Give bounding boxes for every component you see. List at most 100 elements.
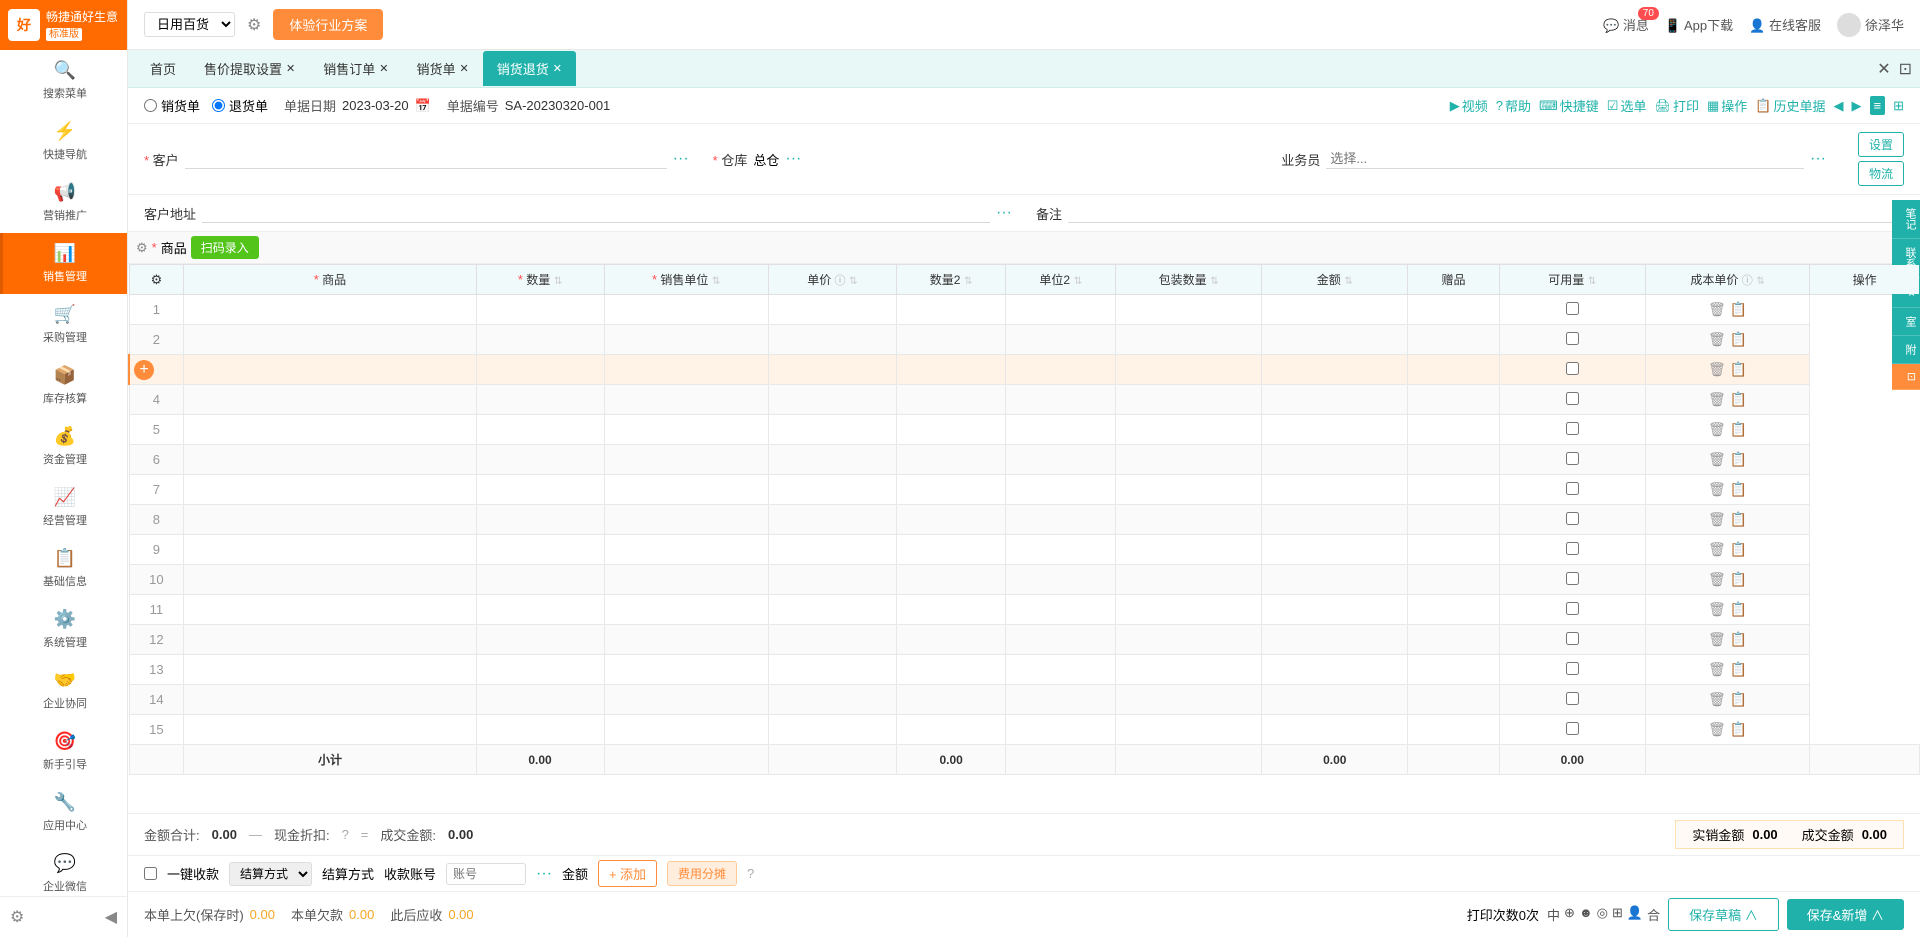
address-input[interactable]: [202, 203, 990, 223]
customer-input[interactable]: [185, 149, 667, 169]
help-link[interactable]: ? 帮助: [1496, 96, 1531, 115]
gift-checkbox-cell[interactable]: [1499, 595, 1645, 625]
sort-icon[interactable]: ⇅: [849, 276, 857, 287]
online-service-link[interactable]: 👤 在线客服: [1749, 15, 1821, 34]
video-link[interactable]: ▶ 视频: [1450, 96, 1488, 115]
tab-close-4[interactable]: ✕: [553, 62, 562, 75]
delete-row-btn[interactable]: 🗑: [1708, 511, 1726, 528]
next-record-icon[interactable]: ▶: [1852, 98, 1862, 114]
copy-row-btn[interactable]: 📋: [1730, 481, 1747, 498]
tab-4[interactable]: 销货退货✕: [483, 51, 576, 86]
action-cell[interactable]: 🗑📋: [1645, 355, 1809, 385]
gift-checkbox[interactable]: [1566, 602, 1579, 615]
delete-row-btn[interactable]: 🗑: [1708, 331, 1726, 348]
action-cell[interactable]: 🗑📋: [1645, 715, 1809, 745]
copy-row-btn[interactable]: 📋: [1730, 361, 1747, 378]
tab-close-3[interactable]: ✕: [460, 62, 469, 75]
category-select[interactable]: 日用百货: [144, 12, 235, 37]
product-cell[interactable]: [184, 715, 476, 745]
sidebar-item-5[interactable]: 📦库存核算: [0, 355, 127, 416]
one-click-checkbox[interactable]: [144, 867, 157, 880]
sort-icon[interactable]: ⇅: [1344, 276, 1352, 287]
tool-icon-6[interactable]: 👤: [1627, 905, 1643, 924]
date-value[interactable]: 2023-03-20: [342, 98, 409, 113]
action-cell[interactable]: 🗑📋: [1645, 505, 1809, 535]
gift-checkbox-cell[interactable]: [1499, 415, 1645, 445]
gift-checkbox-cell[interactable]: [1499, 475, 1645, 505]
radio-return[interactable]: 退货单: [212, 96, 268, 115]
copy-row-btn[interactable]: 📋: [1730, 691, 1747, 708]
action-cell[interactable]: 🗑📋: [1645, 415, 1809, 445]
tool-icon-2[interactable]: ⊕: [1564, 905, 1575, 924]
delete-row-btn[interactable]: 🗑: [1708, 301, 1726, 318]
collapse-icon[interactable]: ◀: [105, 907, 117, 927]
gift-checkbox-cell[interactable]: [1499, 565, 1645, 595]
sidebar-item-8[interactable]: 📋基础信息: [0, 538, 127, 599]
history-link[interactable]: 📋 历史单据: [1755, 96, 1825, 115]
view-toggle-list[interactable]: ≡: [1870, 96, 1886, 115]
gift-checkbox-cell[interactable]: [1499, 505, 1645, 535]
copy-row-btn[interactable]: 📋: [1730, 391, 1747, 408]
tab-0[interactable]: 首页: [136, 51, 190, 86]
action-cell[interactable]: 🗑📋: [1645, 325, 1809, 355]
delete-row-btn[interactable]: 🗑: [1708, 451, 1726, 468]
sort-icon[interactable]: ⇅: [554, 276, 562, 287]
add-row-btn[interactable]: +: [134, 360, 154, 380]
gift-checkbox[interactable]: [1566, 392, 1579, 405]
settings-side-btn[interactable]: 设置: [1858, 132, 1904, 157]
select-link[interactable]: ☑ 选单: [1607, 96, 1647, 115]
fee-help-icon[interactable]: ?: [747, 866, 754, 881]
copy-row-btn[interactable]: 📋: [1730, 301, 1747, 318]
copy-row-btn[interactable]: 📋: [1730, 451, 1747, 468]
delete-row-btn[interactable]: 🗑: [1708, 691, 1726, 708]
action-cell[interactable]: 🗑📋: [1645, 535, 1809, 565]
sidebar-item-4[interactable]: 🛒采购管理: [0, 294, 127, 355]
view-toggle-grid[interactable]: ⊞: [1893, 98, 1904, 114]
sidebar-item-11[interactable]: 🎯新手引导: [0, 721, 127, 782]
gift-checkbox[interactable]: [1566, 722, 1579, 735]
copy-row-btn[interactable]: 📋: [1730, 421, 1747, 438]
tab-2[interactable]: 销售订单✕: [309, 51, 402, 86]
app-download-link[interactable]: 📱 App下载: [1665, 15, 1733, 34]
product-cell[interactable]: [184, 355, 476, 385]
expand-icon[interactable]: ⊡: [1899, 59, 1912, 79]
action-cell[interactable]: 🗑📋: [1645, 295, 1809, 325]
tab-1[interactable]: 售价提取设置✕: [190, 51, 309, 86]
gift-checkbox[interactable]: [1566, 482, 1579, 495]
product-cell[interactable]: [184, 685, 476, 715]
logistics-side-btn[interactable]: 物流: [1858, 161, 1904, 186]
product-input[interactable]: [188, 362, 471, 377]
right-icon-orange[interactable]: ⊡: [1892, 364, 1920, 390]
gift-checkbox[interactable]: [1566, 332, 1579, 345]
delete-row-btn[interactable]: 🗑: [1708, 391, 1726, 408]
tool-icon-4[interactable]: ◎: [1597, 905, 1608, 924]
gift-checkbox-cell[interactable]: [1499, 385, 1645, 415]
product-cell[interactable]: [184, 475, 476, 505]
gift-checkbox[interactable]: [1566, 452, 1579, 465]
delete-row-btn[interactable]: 🗑: [1708, 421, 1726, 438]
tool-icon-7[interactable]: 合: [1647, 905, 1660, 924]
staff-input[interactable]: [1326, 149, 1804, 169]
gift-checkbox[interactable]: [1566, 542, 1579, 555]
product-cell[interactable]: [184, 385, 476, 415]
close-all-icon[interactable]: ✕: [1877, 59, 1890, 79]
gift-checkbox[interactable]: [1566, 692, 1579, 705]
right-icon-notes[interactable]: 笔记: [1892, 200, 1920, 239]
action-cell[interactable]: 🗑📋: [1645, 475, 1809, 505]
copy-row-btn[interactable]: 📋: [1730, 511, 1747, 528]
gift-checkbox[interactable]: [1566, 662, 1579, 675]
delete-row-btn[interactable]: 🗑: [1708, 601, 1726, 618]
radio-return-input[interactable]: [212, 99, 225, 112]
add-payment-btn[interactable]: + 添加: [598, 860, 657, 887]
col-info-icon[interactable]: ⓘ: [1742, 275, 1753, 287]
delete-row-btn[interactable]: 🗑: [1708, 481, 1726, 498]
product-cell[interactable]: [184, 505, 476, 535]
message-badge[interactable]: 💬 70 消息: [1603, 15, 1649, 34]
tool-icon-1[interactable]: 中: [1547, 905, 1560, 924]
settlement-select[interactable]: 结算方式: [229, 862, 312, 886]
action-cell[interactable]: 🗑📋: [1645, 385, 1809, 415]
gift-checkbox-cell[interactable]: [1499, 325, 1645, 355]
experience-btn[interactable]: 体验行业方案: [273, 9, 383, 40]
gift-checkbox[interactable]: [1566, 362, 1579, 375]
sidebar-item-2[interactable]: 📢营销推广: [0, 172, 127, 233]
